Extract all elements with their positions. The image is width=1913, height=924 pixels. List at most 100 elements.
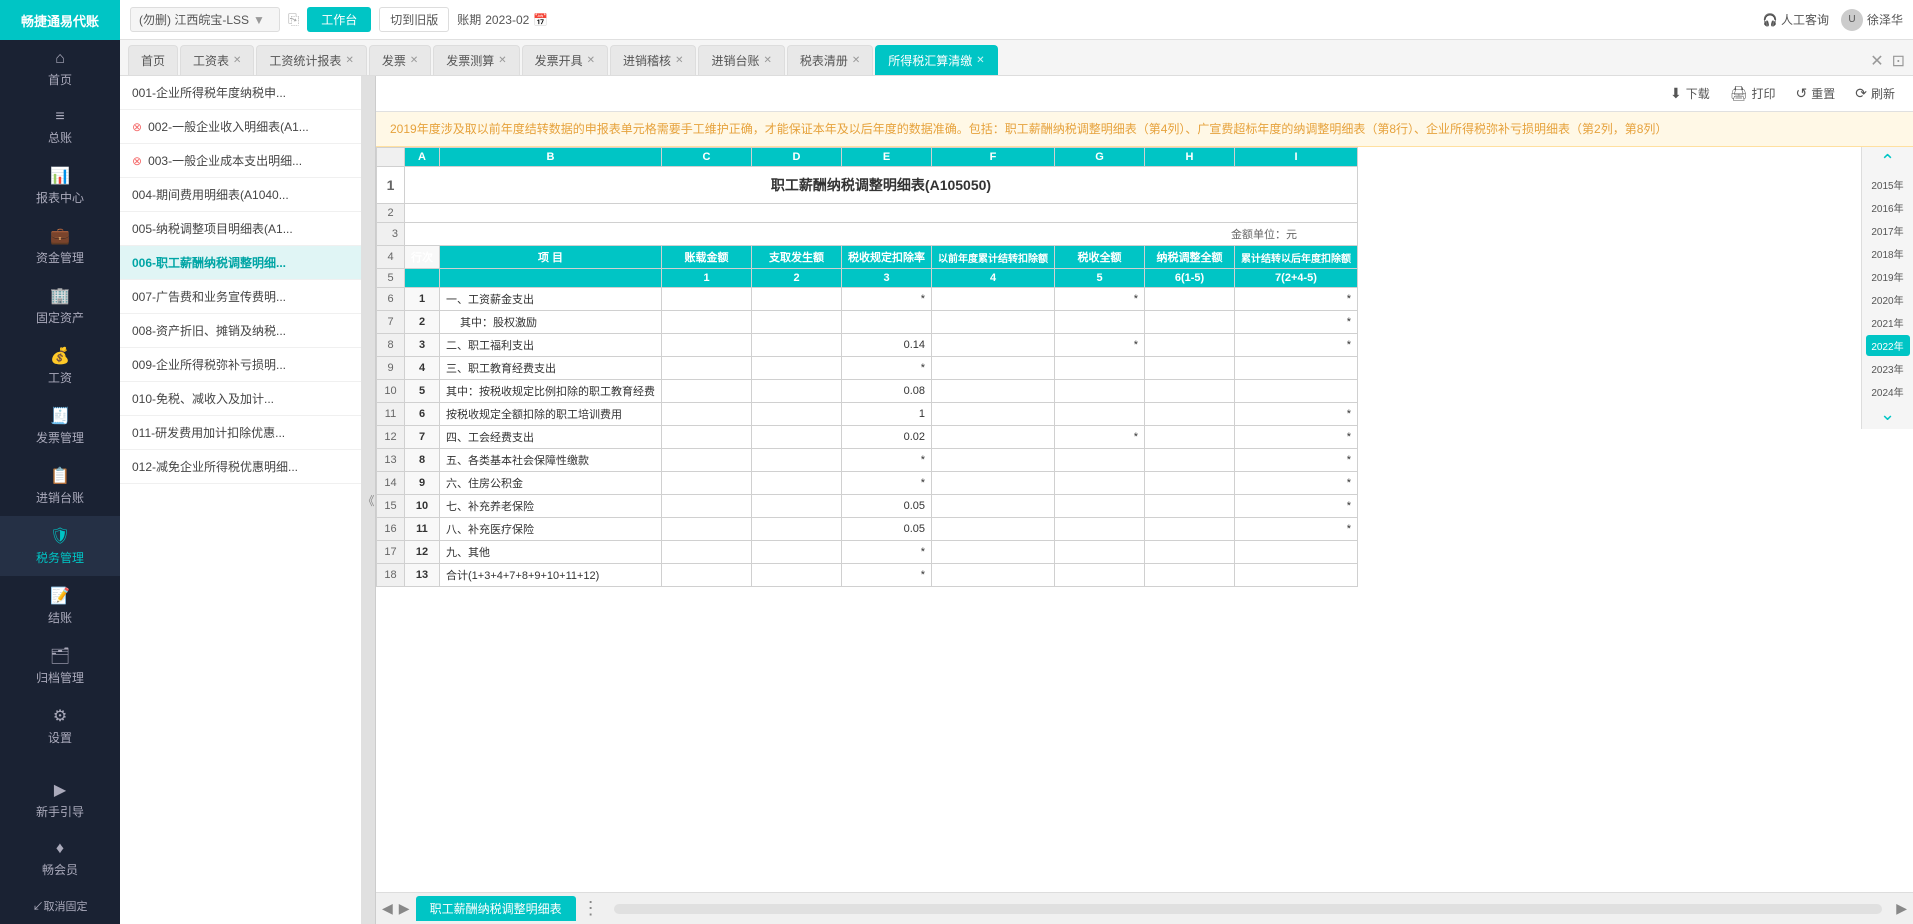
bottom-tab-menu[interactable]: ⋮ [582, 898, 600, 919]
row-18-c[interactable] [662, 564, 752, 587]
row-11-d[interactable] [752, 403, 842, 426]
print-button[interactable]: 🖨 打印 [1724, 82, 1782, 105]
row-15-g[interactable] [1055, 495, 1145, 518]
row-7-c[interactable] [662, 311, 752, 334]
row-13-d[interactable] [752, 449, 842, 472]
tab-income-tax[interactable]: 所得税汇算清缴 ✕ [875, 45, 997, 75]
row-9-g[interactable] [1055, 357, 1145, 380]
horizontal-scrollbar[interactable] [614, 904, 1883, 914]
row-14-g[interactable] [1055, 472, 1145, 495]
year-2015[interactable]: 2015年 [1866, 174, 1910, 195]
row-11-h[interactable] [1145, 403, 1235, 426]
year-2017[interactable]: 2017年 [1866, 220, 1910, 241]
left-panel-item-003[interactable]: ⊗ 003-一般企业成本支出明细... [120, 144, 361, 178]
tab-invoice-open[interactable]: 发票开具 ✕ [522, 45, 608, 75]
tab-tax-book[interactable]: 税表清册 ✕ [787, 45, 873, 75]
row-15-c[interactable] [662, 495, 752, 518]
download-button[interactable]: ⬇ 下载 [1664, 82, 1716, 105]
collapse-panel-button[interactable]: 《 [362, 76, 376, 924]
sidebar-item-archive[interactable]: 🗂 归档管理 [0, 636, 120, 696]
tab-tax-book-close[interactable]: ✕ [852, 55, 860, 66]
reset-button[interactable]: ↺ 重置 [1790, 82, 1842, 105]
row-7-h[interactable] [1145, 311, 1235, 334]
sidebar-item-new-guide[interactable]: ▶ 新手引导 [0, 770, 120, 830]
left-panel-item-002[interactable]: ⊗ 002-一般企业收入明细表(A1... [120, 110, 361, 144]
row-10-c[interactable] [662, 380, 752, 403]
left-panel-item-007[interactable]: 007-广告费和业务宣传费明... [120, 280, 361, 314]
period-selector[interactable]: 账期 2023-02 📅 [457, 11, 548, 28]
row-10-d[interactable] [752, 380, 842, 403]
row-6-d[interactable] [752, 288, 842, 311]
tab-payroll-close[interactable]: ✕ [233, 55, 241, 66]
row-6-c[interactable] [662, 288, 752, 311]
year-2021[interactable]: 2021年 [1866, 312, 1910, 333]
row-14-c[interactable] [662, 472, 752, 495]
row-7-g[interactable] [1055, 311, 1145, 334]
sidebar-item-settlement[interactable]: 📝 结账 [0, 576, 120, 636]
row-15-f[interactable] [932, 495, 1055, 518]
row-6-h[interactable] [1145, 288, 1235, 311]
row-9-d[interactable] [752, 357, 842, 380]
scroll-left-arrow[interactable]: ◀ [382, 900, 393, 917]
sidebar-item-asset-mgmt[interactable]: 💼 资金管理 [0, 216, 120, 276]
sidebar-item-fixed-assets[interactable]: 🏢 固定资产 [0, 276, 120, 336]
tab-income-tax-close[interactable]: ✕ [976, 55, 984, 66]
row-17-h[interactable] [1145, 541, 1235, 564]
left-panel-item-001[interactable]: 001-企业所得税年度纳税申... [120, 76, 361, 110]
scroll-right-end[interactable]: ▶ [1896, 900, 1907, 917]
year-scroll-up[interactable]: ⌃ [1880, 151, 1895, 172]
row-7-d[interactable] [752, 311, 842, 334]
left-panel-item-009[interactable]: 009-企业所得税弥补亏损明... [120, 348, 361, 382]
row-15-h[interactable] [1145, 495, 1235, 518]
row-11-g[interactable] [1055, 403, 1145, 426]
row-16-f[interactable] [932, 518, 1055, 541]
row-14-f[interactable] [932, 472, 1055, 495]
row-11-c[interactable] [662, 403, 752, 426]
tab-invoice-open-close[interactable]: ✕ [587, 55, 595, 66]
copy-icon[interactable]: ⎘ [288, 11, 299, 28]
row-16-c[interactable] [662, 518, 752, 541]
left-panel-item-012[interactable]: 012-减免企业所得税优惠明细... [120, 450, 361, 484]
sidebar-item-reports[interactable]: 📊 报表中心 [0, 156, 120, 216]
sidebar-item-purchase-sales[interactable]: 📋 进销台账 [0, 456, 120, 516]
left-panel-item-008[interactable]: 008-资产折旧、摊销及纳税... [120, 314, 361, 348]
row-9-h[interactable] [1145, 357, 1235, 380]
row-7-f[interactable] [932, 311, 1055, 334]
row-9-c[interactable] [662, 357, 752, 380]
tab-invoice-calc-close[interactable]: ✕ [498, 55, 506, 66]
sidebar-item-invoice[interactable]: 🧾 发票管理 [0, 396, 120, 456]
row-8-f[interactable] [932, 334, 1055, 357]
row-7-e[interactable] [842, 311, 932, 334]
row-13-f[interactable] [932, 449, 1055, 472]
row-9-f[interactable] [932, 357, 1055, 380]
row-12-h[interactable] [1145, 426, 1235, 449]
tab-purchase-check-close[interactable]: ✕ [675, 55, 683, 66]
tab-home[interactable]: 首页 [128, 45, 178, 75]
row-18-i[interactable] [1235, 564, 1358, 587]
year-2022[interactable]: 2022年 [1866, 335, 1910, 356]
row-18-h[interactable] [1145, 564, 1235, 587]
tab-close-all[interactable]: ✕ [1870, 51, 1883, 71]
row-10-f[interactable] [932, 380, 1055, 403]
tab-payroll[interactable]: 工资表 ✕ [180, 45, 254, 75]
sidebar-item-settings[interactable]: ⚙ 设置 [0, 696, 120, 756]
left-panel-item-011[interactable]: 011-研发费用加计扣除优惠... [120, 416, 361, 450]
row-16-d[interactable] [752, 518, 842, 541]
tab-purchase-ledger-close[interactable]: ✕ [763, 55, 771, 66]
sidebar-item-cancel-fixed[interactable]: ↙取消固定 [0, 888, 120, 924]
sidebar-item-home[interactable]: ⌂ 首页 [0, 40, 120, 98]
year-2020[interactable]: 2020年 [1866, 289, 1910, 310]
row-18-f[interactable] [932, 564, 1055, 587]
year-2024[interactable]: 2024年 [1866, 381, 1910, 402]
spreadsheet-wrapper[interactable]: ⌃ 2015年 2016年 2017年 2018年 2019年 2020年 20… [376, 147, 1913, 892]
year-2023[interactable]: 2023年 [1866, 358, 1910, 379]
tab-payroll-stats-close[interactable]: ✕ [345, 55, 353, 66]
row-16-h[interactable] [1145, 518, 1235, 541]
left-panel-item-004[interactable]: 004-期间费用明细表(A1040... [120, 178, 361, 212]
company-selector[interactable]: (勿删) 江西皖宝-LSS ▼ [130, 7, 280, 32]
row-12-c[interactable] [662, 426, 752, 449]
row-10-i[interactable] [1235, 380, 1358, 403]
workbench-button[interactable]: 工作台 [307, 7, 371, 32]
row-12-d[interactable] [752, 426, 842, 449]
row-14-d[interactable] [752, 472, 842, 495]
